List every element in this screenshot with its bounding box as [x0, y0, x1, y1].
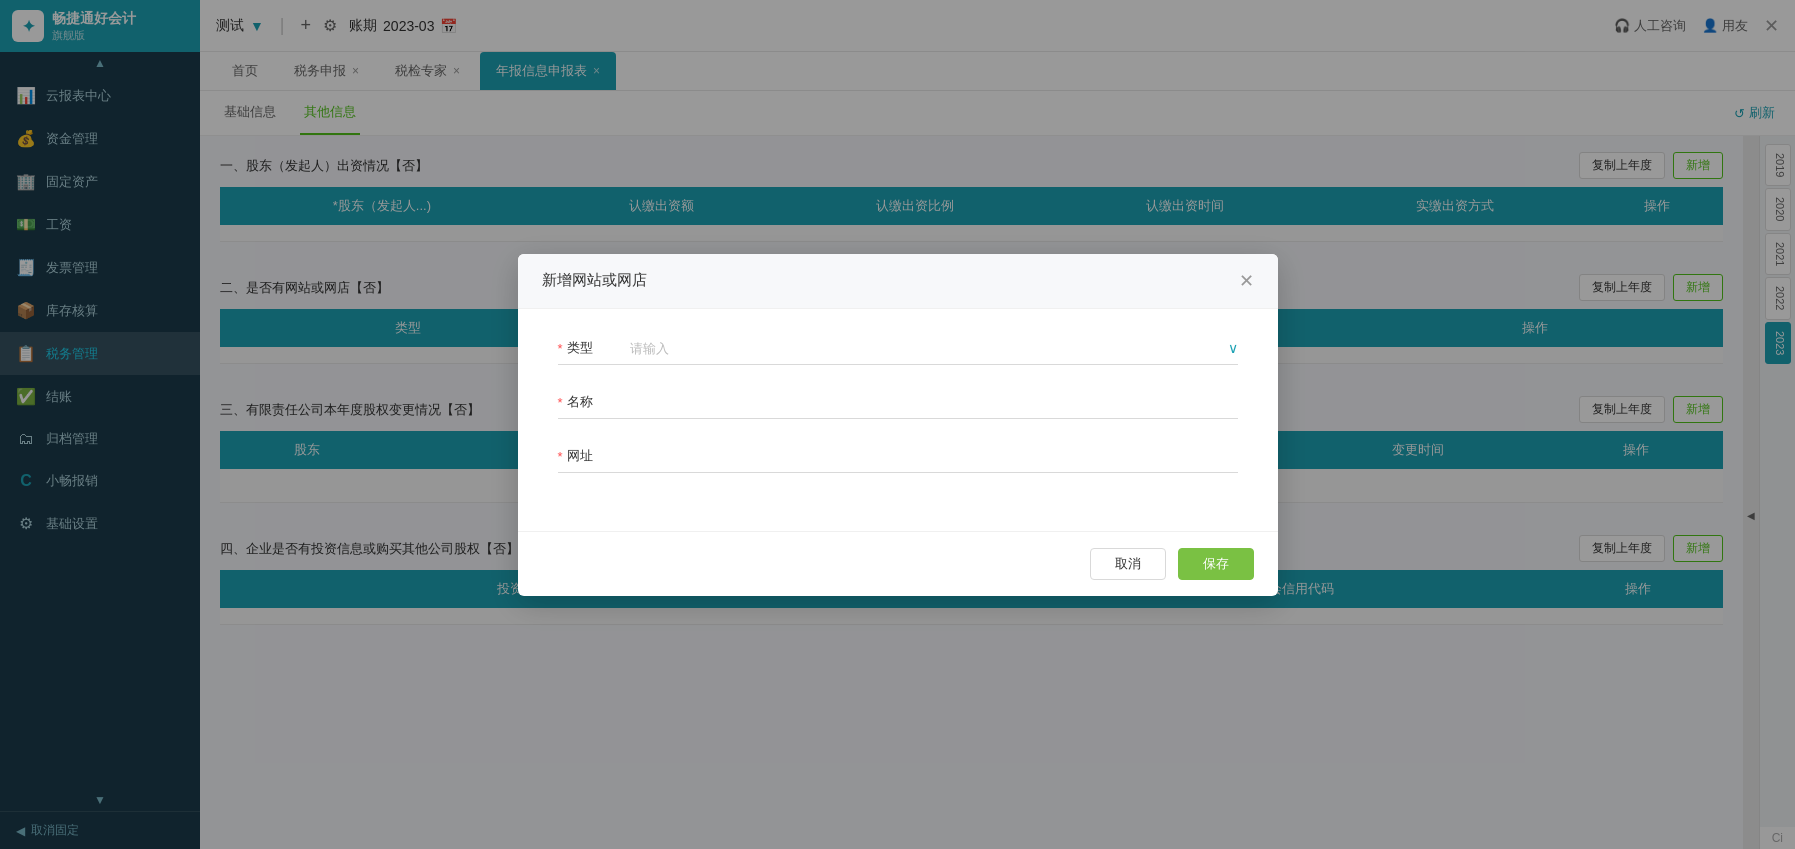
- name-input[interactable]: [626, 393, 1238, 412]
- required-star-url: *: [558, 449, 563, 464]
- dialog-header: 新增网站或网店 ✕: [518, 254, 1278, 309]
- form-row-name: *名称: [558, 393, 1238, 419]
- dialog-title: 新增网站或网店: [542, 271, 647, 290]
- save-button[interactable]: 保存: [1178, 548, 1254, 580]
- name-label: *名称: [558, 393, 618, 411]
- dialog-footer: 取消 保存: [518, 531, 1278, 596]
- cancel-button[interactable]: 取消: [1090, 548, 1166, 580]
- form-row-type: *类型 ∨: [558, 339, 1238, 365]
- form-field-type: *类型 ∨: [558, 339, 1238, 365]
- dialog-overlay: 新增网站或网店 ✕ *类型 ∨ *名称: [0, 0, 1795, 849]
- dialog-add-website: 新增网站或网店 ✕ *类型 ∨ *名称: [518, 254, 1278, 596]
- required-star: *: [558, 341, 563, 356]
- type-dropdown-icon[interactable]: ∨: [1228, 340, 1238, 356]
- form-row-url: *网址: [558, 447, 1238, 473]
- required-star-name: *: [558, 395, 563, 410]
- url-input[interactable]: [626, 447, 1238, 466]
- url-label: *网址: [558, 447, 618, 465]
- type-input[interactable]: [626, 339, 1228, 358]
- form-field-name: *名称: [558, 393, 1238, 419]
- form-field-url: *网址: [558, 447, 1238, 473]
- type-label: *类型: [558, 339, 618, 357]
- dialog-close-button[interactable]: ✕: [1239, 270, 1254, 292]
- dialog-body: *类型 ∨ *名称 *网址: [518, 309, 1278, 531]
